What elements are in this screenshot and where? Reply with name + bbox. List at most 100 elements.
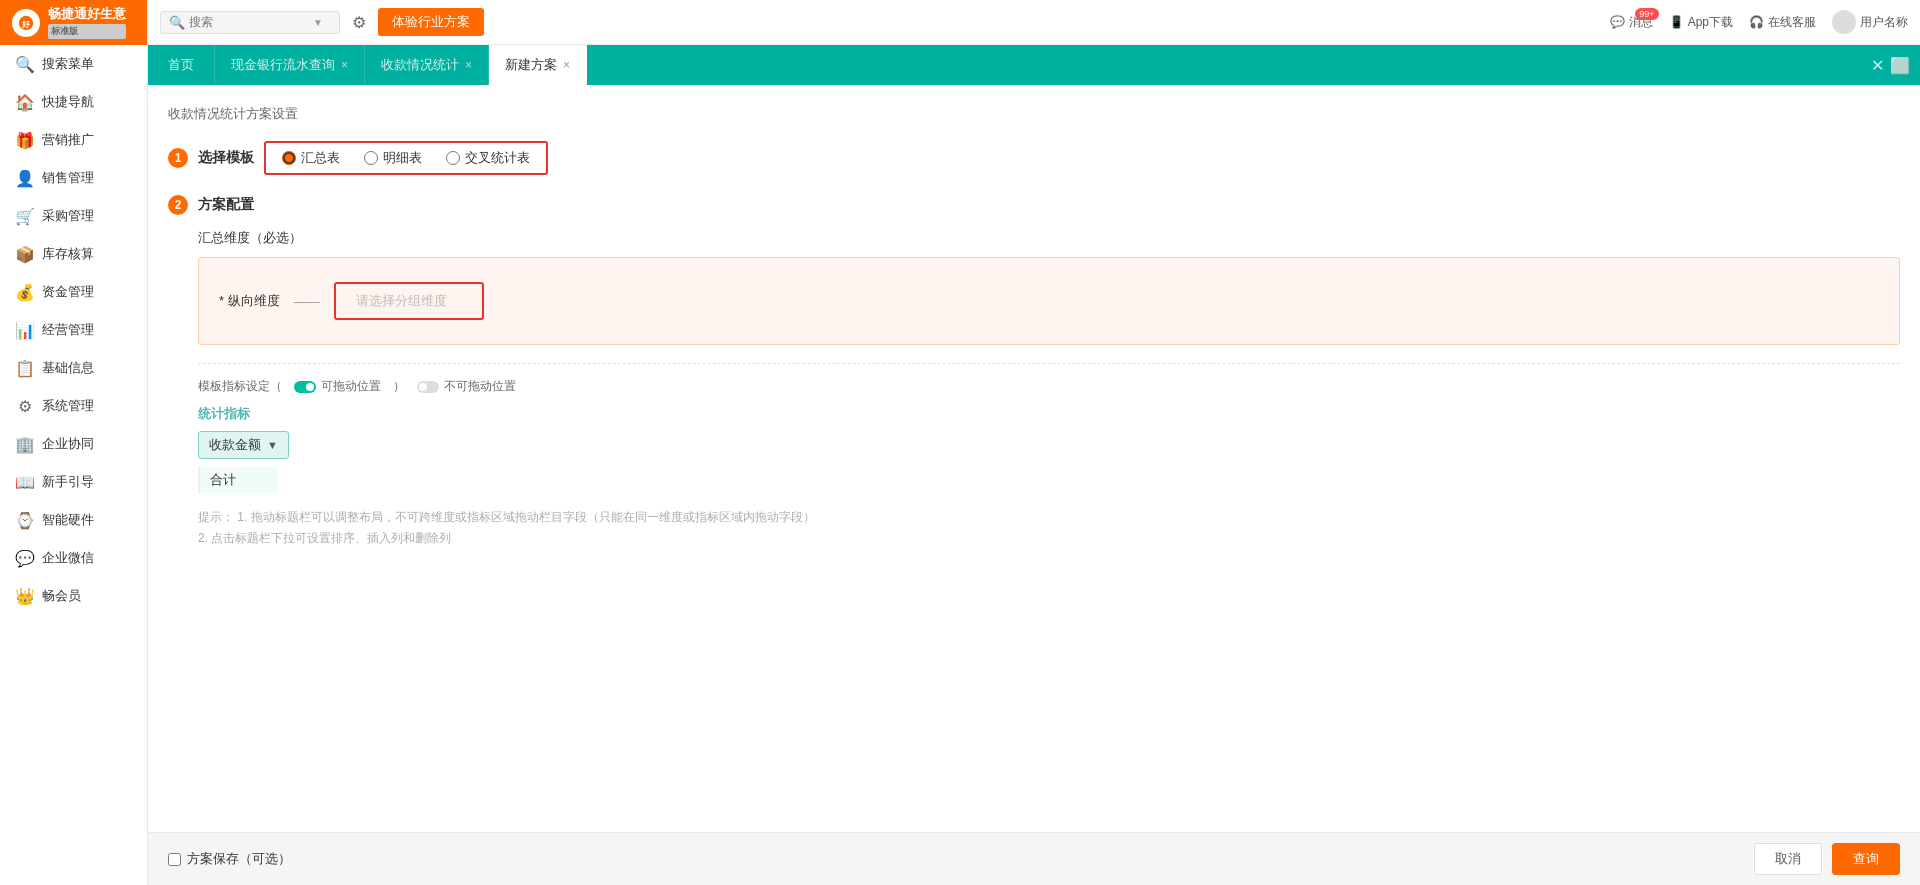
sidebar-item-label: 智能硬件 bbox=[42, 511, 94, 529]
service-label: 在线客服 bbox=[1768, 14, 1816, 31]
dimension-box: * 纵向维度 —— 请选择分组维度 bbox=[198, 257, 1900, 345]
service-btn[interactable]: 🎧 在线客服 bbox=[1749, 14, 1816, 31]
sidebar-item-collab[interactable]: 🏢企业协同 bbox=[0, 425, 147, 463]
user-avatar bbox=[1832, 10, 1856, 34]
basic-info-icon: 📋 bbox=[16, 359, 34, 377]
section-divider bbox=[198, 363, 1900, 364]
sidebar-item-label: 系统管理 bbox=[42, 397, 94, 415]
sidebar-item-finance[interactable]: 💰资金管理 bbox=[0, 273, 147, 311]
tab-home[interactable]: 首页 bbox=[148, 45, 215, 85]
dimension-section-label: 汇总维度（必选） bbox=[198, 229, 1900, 247]
indicator-settings-label: 模板指标设定（ bbox=[198, 378, 282, 395]
sidebar-item-quick-nav[interactable]: 🏠快捷导航 bbox=[0, 83, 147, 121]
search-input[interactable] bbox=[189, 15, 309, 29]
guide-icon: 📖 bbox=[16, 473, 34, 491]
quick-nav-icon: 🏠 bbox=[16, 93, 34, 111]
page-footer: 方案保存（可选） 取消 查询 bbox=[148, 832, 1920, 885]
sidebar-item-operation[interactable]: 📊 经营管理 bbox=[0, 311, 147, 349]
tab-bar: 首页现金银行流水查询×收款情况统计×新建方案×✕⬜ bbox=[148, 45, 1920, 85]
sidebar-item-inventory[interactable]: 📦 库存核算 bbox=[0, 235, 147, 273]
radio-summary[interactable]: 汇总表 bbox=[282, 149, 340, 167]
sidebar-item-label: 经营管理 bbox=[42, 321, 94, 339]
indicator-separator: ） bbox=[393, 378, 405, 395]
member-icon: 👑 bbox=[16, 587, 34, 605]
sidebar-item-label: 新手引导 bbox=[42, 473, 94, 491]
message-btn[interactable]: 💬 消息 99+ bbox=[1610, 14, 1653, 31]
window-buttons: ✕⬜ bbox=[1861, 56, 1920, 75]
close-window-icon[interactable]: ✕ bbox=[1871, 56, 1884, 75]
sidebar-item-member[interactable]: 👑畅会员 bbox=[0, 577, 147, 615]
tab-close-new-plan[interactable]: × bbox=[563, 58, 570, 72]
indicator-header: 模板指标设定（ 可拖动位置 ） 不可拖动位置 bbox=[198, 378, 1900, 395]
radio-detail-label: 明细表 bbox=[383, 149, 422, 167]
sidebar-item-sales[interactable]: 👤销售管理 bbox=[0, 159, 147, 197]
app-icon: 📱 bbox=[1669, 15, 1684, 29]
logo-icon: 好 bbox=[12, 9, 40, 37]
vertical-dimension-label: * 纵向维度 bbox=[219, 292, 280, 310]
sidebar-item-search-menu[interactable]: 🔍搜索菜单 bbox=[0, 45, 147, 83]
tab-new-plan[interactable]: 新建方案× bbox=[489, 45, 587, 85]
sidebar-item-system[interactable]: ⚙ 系统管理 bbox=[0, 387, 147, 425]
trial-btn[interactable]: 体验行业方案 bbox=[378, 8, 484, 36]
tab-close-bank-flow[interactable]: × bbox=[341, 58, 348, 72]
service-icon: 🎧 bbox=[1749, 15, 1764, 29]
header-search-box[interactable]: 🔍 ▼ bbox=[160, 11, 340, 34]
tab-collection-stat[interactable]: 收款情况统计× bbox=[365, 45, 489, 85]
save-checkbox[interactable]: 方案保存（可选） bbox=[168, 850, 291, 868]
save-checkbox-input[interactable] bbox=[168, 853, 181, 866]
sidebar-item-hardware[interactable]: ⌚ 智能硬件 bbox=[0, 501, 147, 539]
radio-detail[interactable]: 明细表 bbox=[364, 149, 422, 167]
draggable-toggle-icon bbox=[294, 381, 316, 393]
dimension-select[interactable]: 请选择分组维度 bbox=[334, 282, 484, 320]
main-area: 🔍 ▼ ⚙ 体验行业方案 💬 消息 99+ 📱 App下载 🎧 在线客服 用 bbox=[148, 0, 1920, 885]
logo-badge: 标准版 bbox=[48, 24, 126, 39]
user-info[interactable]: 用户名称 bbox=[1832, 10, 1908, 34]
non-draggable-label: 不可拖动位置 bbox=[444, 378, 516, 395]
tab-label-bank-flow: 现金银行流水查询 bbox=[231, 56, 335, 74]
step1-section: 1 选择模板 汇总表 明细表 交叉统计表 bbox=[168, 141, 1900, 175]
draggable-toggle[interactable]: 可拖动位置 bbox=[294, 378, 381, 395]
app-download-btn[interactable]: 📱 App下载 bbox=[1669, 14, 1733, 31]
indicator-tag-label: 收款金额 bbox=[209, 436, 261, 454]
inventory-icon: 📦 bbox=[16, 245, 34, 263]
collab-icon: 🏢 bbox=[16, 435, 34, 453]
template-radio-group: 汇总表 明细表 交叉统计表 bbox=[264, 141, 548, 175]
system-icon: ⚙ bbox=[16, 397, 34, 415]
sidebar-item-purchase[interactable]: 🛒采购管理 bbox=[0, 197, 147, 235]
sidebar-item-label: 基础信息 bbox=[42, 359, 94, 377]
indicator-total: 合计 bbox=[198, 467, 278, 493]
maximize-window-icon[interactable]: ⬜ bbox=[1890, 56, 1910, 75]
svg-text:好: 好 bbox=[21, 19, 31, 28]
sidebar-nav: 🔍搜索菜单🏠快捷导航🎁营销推广👤销售管理🛒采购管理 📦 库存核算 💰资金管理 📊 经营管理… bbox=[0, 45, 147, 885]
step2-content: 汇总维度（必选） * 纵向维度 —— 请选择分组维度 模板指标设定（ bbox=[198, 229, 1900, 547]
sidebar-item-label: 库存核算 bbox=[42, 245, 94, 263]
sidebar-item-label: 销售管理 bbox=[42, 169, 94, 187]
breadcrumb: 收款情况统计方案设置 bbox=[168, 105, 1900, 123]
sidebar-item-label: 资金管理 bbox=[42, 283, 94, 301]
search-icon: 🔍 bbox=[169, 15, 185, 30]
radio-cross-label: 交叉统计表 bbox=[465, 149, 530, 167]
indicator-section-label: 统计指标 bbox=[198, 405, 1900, 423]
operation-icon: 📊 bbox=[16, 321, 34, 339]
cancel-button[interactable]: 取消 bbox=[1754, 843, 1822, 875]
step2-title: 方案配置 bbox=[198, 196, 254, 214]
tab-bank-flow[interactable]: 现金银行流水查询 × bbox=[215, 45, 365, 85]
step2-header: 2 方案配置 bbox=[168, 195, 1900, 215]
search-menu-icon: 🔍 bbox=[16, 55, 34, 73]
radio-cross[interactable]: 交叉统计表 bbox=[446, 149, 530, 167]
non-draggable-toggle[interactable]: 不可拖动位置 bbox=[417, 378, 516, 395]
query-button[interactable]: 查询 bbox=[1832, 843, 1900, 875]
gear-icon[interactable]: ⚙ bbox=[352, 13, 366, 32]
sidebar-item-basic-info[interactable]: 📋 基础信息 bbox=[0, 349, 147, 387]
tab-close-collection-stat[interactable]: × bbox=[465, 58, 472, 72]
draggable-label: 可拖动位置 bbox=[321, 378, 381, 395]
app-label: App下载 bbox=[1688, 14, 1733, 31]
sidebar-item-guide[interactable]: 📖 新手引导 bbox=[0, 463, 147, 501]
sidebar-item-label: 营销推广 bbox=[42, 131, 94, 149]
sidebar-item-marketing[interactable]: 🎁营销推广 bbox=[0, 121, 147, 159]
indicator-tag[interactable]: 收款金额 ▼ bbox=[198, 431, 289, 459]
wechat-icon: 💬 bbox=[16, 549, 34, 567]
indicator-tag-caret-icon: ▼ bbox=[267, 439, 278, 451]
hardware-icon: ⌚ bbox=[16, 511, 34, 529]
sidebar-item-wechat[interactable]: 💬企业微信 bbox=[0, 539, 147, 577]
